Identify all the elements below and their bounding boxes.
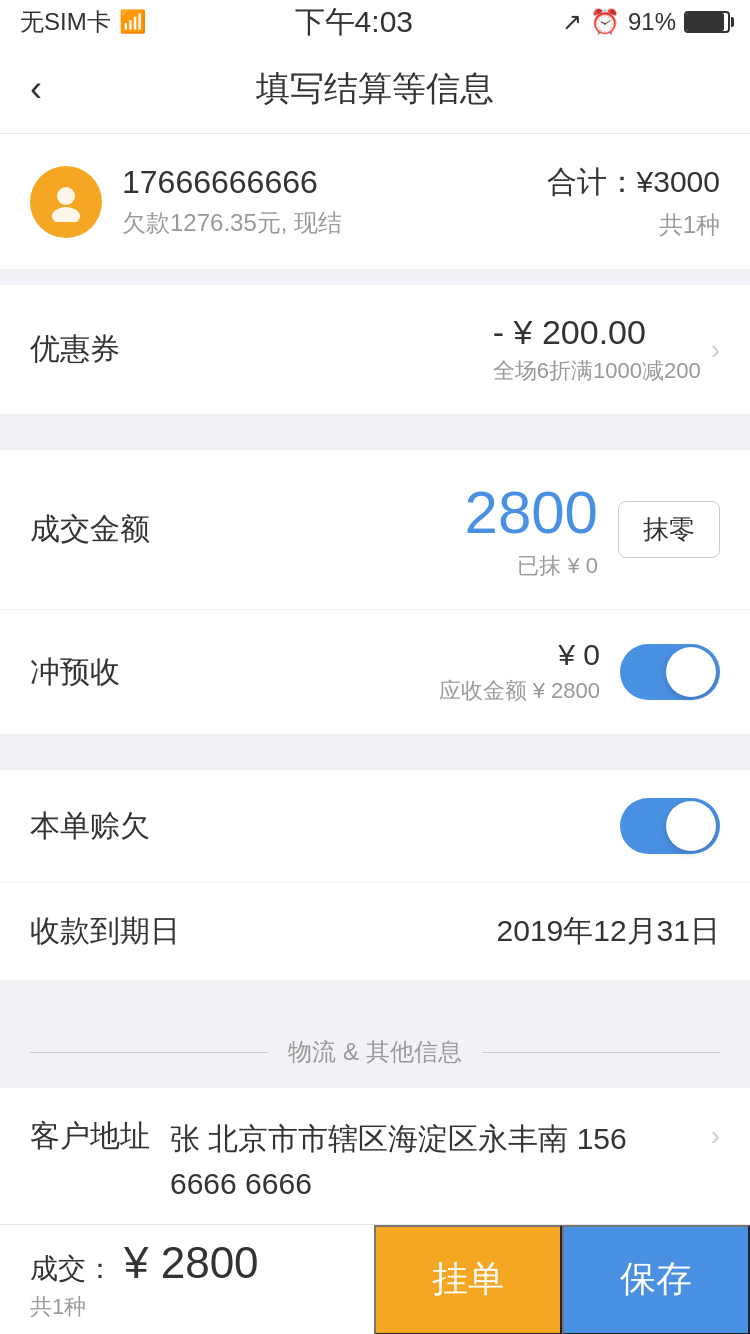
prepay-label: 冲预收 xyxy=(30,652,120,693)
wifi-icon: 📶 xyxy=(119,9,146,35)
svg-point-1 xyxy=(52,207,80,222)
divider-2 xyxy=(0,750,750,770)
deal-amount-label: 成交金额 xyxy=(30,509,150,550)
round-zero-button[interactable]: 抹零 xyxy=(618,501,720,558)
customer-card: 17666666666 欠款1276.35元, 现结 合计：¥3000 共1种 xyxy=(0,134,750,269)
coupon-row[interactable]: 优惠券 - ¥ 200.00 全场6折满1000减200 › xyxy=(0,285,750,414)
toggle-knob xyxy=(666,647,716,697)
total-amount: 合计：¥3000 xyxy=(547,162,720,203)
bottom-info: 成交： ¥ 2800 共1种 xyxy=(0,1238,374,1322)
back-button[interactable]: ‹ xyxy=(30,68,90,110)
customer-phone: 17666666666 xyxy=(122,164,342,201)
customer-left: 17666666666 欠款1276.35元, 现结 xyxy=(30,164,342,239)
debt-toggle-knob xyxy=(666,801,716,851)
coupon-desc: 全场6折满1000减200 xyxy=(493,356,701,386)
alarm-icon: ⏰ xyxy=(590,8,620,36)
address-value: 张 北京市市辖区海淀区永丰南 156 6666 6666 xyxy=(170,1116,691,1206)
avatar xyxy=(30,166,102,238)
prepay-sub: 应收金额 ¥ 2800 xyxy=(439,676,600,706)
bottom-count: 共1种 xyxy=(30,1292,344,1322)
bottom-amount-row: 成交： ¥ 2800 xyxy=(30,1238,344,1288)
nav-bar: ‹ 填写结算等信息 xyxy=(0,44,750,134)
save-button[interactable]: 保存 xyxy=(562,1225,750,1335)
status-right: ↗ ⏰ 91% xyxy=(562,8,730,36)
content: 17666666666 欠款1276.35元, 现结 合计：¥3000 共1种 … xyxy=(0,134,750,1334)
deal-amount-row: 成交金额 2800 已抹 ¥ 0 抹零 xyxy=(0,450,750,610)
prepay-row: 冲预收 ¥ 0 应收金额 ¥ 2800 xyxy=(0,610,750,734)
prepay-right: ¥ 0 应收金额 ¥ 2800 xyxy=(439,638,720,706)
time-label: 下午4:03 xyxy=(295,2,413,43)
coupon-label: 优惠券 xyxy=(30,329,120,370)
section-separator: 物流 & 其他信息 xyxy=(0,1016,750,1088)
svg-point-0 xyxy=(57,187,75,205)
total-count: 共1种 xyxy=(547,209,720,241)
battery-icon xyxy=(684,11,730,33)
debt-right xyxy=(620,798,720,854)
deal-amount-value: 2800 xyxy=(465,478,598,547)
due-date-value: 2019年12月31日 xyxy=(497,911,720,952)
bottom-deal-label: 成交： xyxy=(30,1250,114,1288)
address-chevron-icon: › xyxy=(711,1120,720,1152)
coupon-discount: - ¥ 200.00 xyxy=(493,313,701,352)
page-title: 填写结算等信息 xyxy=(256,66,494,112)
customer-right: 合计：¥3000 共1种 xyxy=(547,162,720,241)
deal-amount-right: 2800 已抹 ¥ 0 抹零 xyxy=(465,478,720,581)
debt-toggle[interactable] xyxy=(620,798,720,854)
sep-line-right xyxy=(482,1052,720,1053)
divider-1 xyxy=(0,430,750,450)
hold-button[interactable]: 挂单 xyxy=(374,1225,562,1335)
customer-debt: 欠款1276.35元, 现结 xyxy=(122,207,342,239)
prepay-toggle[interactable] xyxy=(620,644,720,700)
sep-text: 物流 & 其他信息 xyxy=(288,1036,461,1068)
coupon-right: - ¥ 200.00 全场6折满1000减200 › xyxy=(493,313,720,386)
bottom-deal-amount: ¥ 2800 xyxy=(124,1238,259,1288)
customer-info: 17666666666 欠款1276.35元, 现结 xyxy=(122,164,342,239)
bottom-bar: 成交： ¥ 2800 共1种 挂单 保存 xyxy=(0,1224,750,1334)
divider-3 xyxy=(0,996,750,1016)
due-date-row: 收款到期日 2019年12月31日 xyxy=(0,883,750,980)
location-icon: ↗ xyxy=(562,8,582,36)
status-left: 无SIM卡 📶 xyxy=(20,6,146,38)
debt-label: 本单赊欠 xyxy=(30,806,150,847)
debt-section: 本单赊欠 收款到期日 2019年12月31日 xyxy=(0,770,750,980)
status-bar: 无SIM卡 📶 下午4:03 ↗ ⏰ 91% xyxy=(0,0,750,44)
prepay-amount: ¥ 0 xyxy=(439,638,600,672)
address-label: 客户地址 xyxy=(30,1116,150,1157)
due-date-label: 收款到期日 xyxy=(30,911,180,952)
battery-percent: 91% xyxy=(628,8,676,36)
deal-amount-section: 成交金额 2800 已抹 ¥ 0 抹零 冲预收 ¥ 0 应收金额 ¥ 2800 xyxy=(0,450,750,734)
carrier-label: 无SIM卡 xyxy=(20,6,111,38)
coupon-chevron-icon: › xyxy=(711,334,720,366)
debt-row: 本单赊欠 xyxy=(0,770,750,883)
sep-line-left xyxy=(30,1052,268,1053)
address-row[interactable]: 客户地址 张 北京市市辖区海淀区永丰南 156 6666 6666 › xyxy=(0,1088,750,1234)
deal-amount-sub: 已抹 ¥ 0 xyxy=(465,551,598,581)
